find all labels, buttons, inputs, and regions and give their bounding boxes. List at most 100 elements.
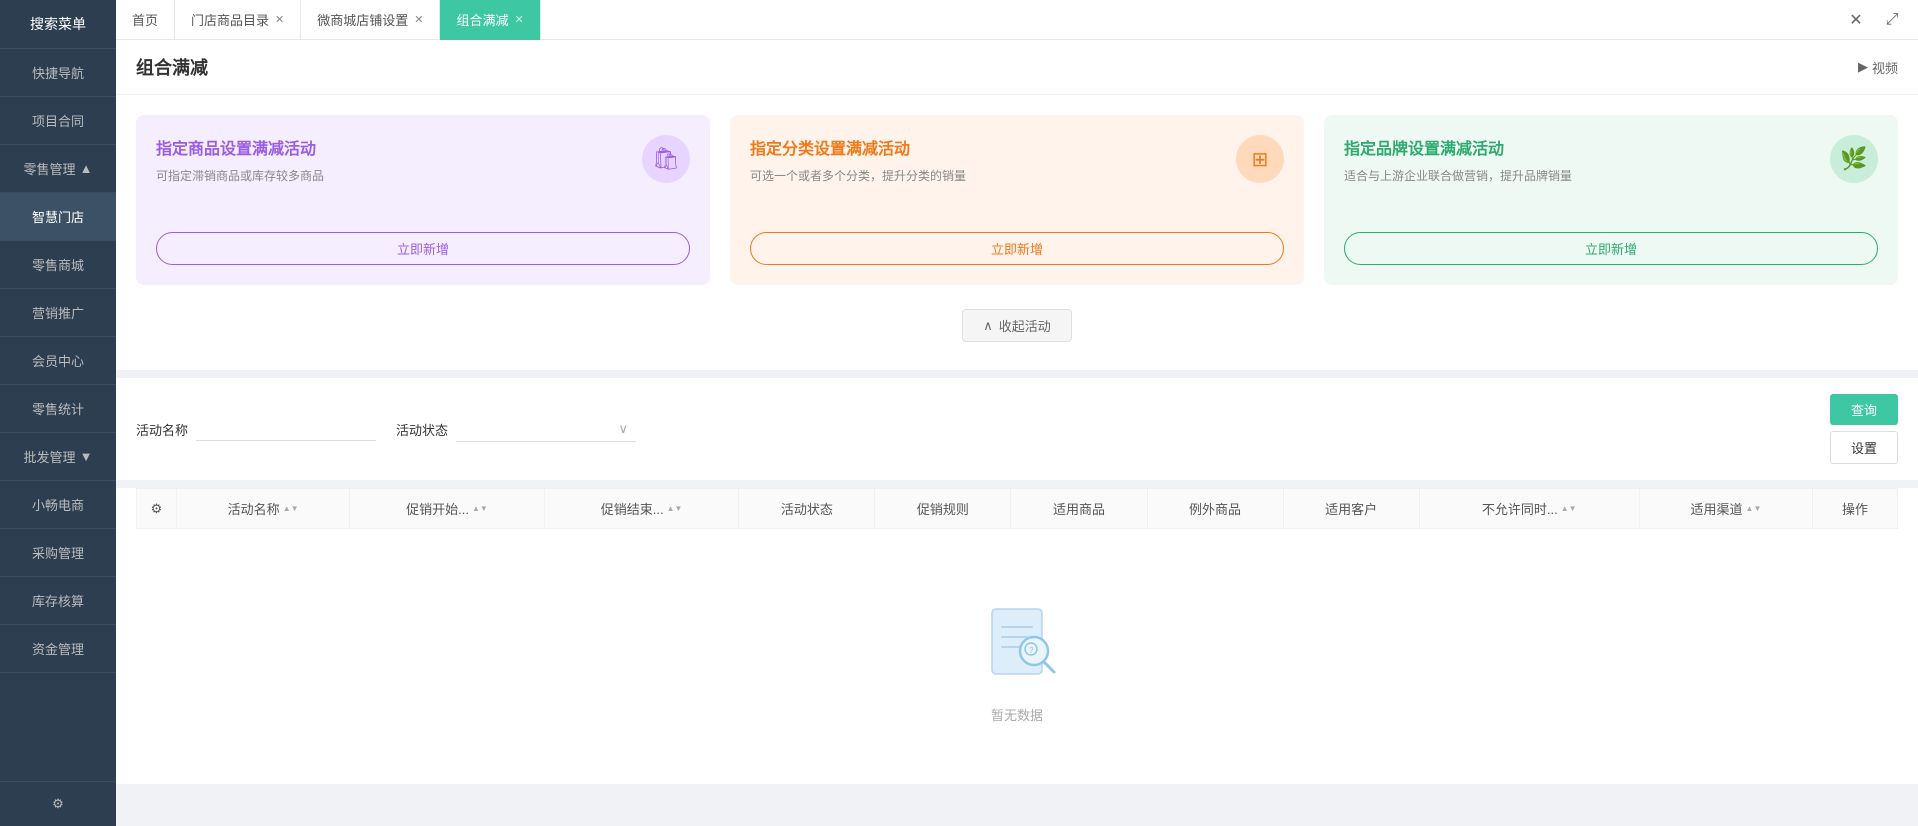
empty-illustration: ?	[967, 589, 1067, 689]
sidebar-item-xiaochangecommerce[interactable]: 小畅电商	[0, 481, 116, 529]
sidebar: 搜索菜单 快捷导航 项目合同 零售管理 ▲ 智慧门店 零售商城 营销推广 会员中…	[0, 0, 116, 826]
category-card-add-btn[interactable]: 立即新增	[750, 232, 1284, 265]
activity-status-label: 活动状态	[396, 420, 448, 439]
th-promo-end[interactable]: 促销结束... ▲▼	[544, 489, 739, 529]
content-area: 组合满减 ▶ 视频 指定商品设置满减活动 可指定滞销商品或库存较多商品 🛍	[116, 40, 1918, 826]
empty-text: 暂无数据	[991, 705, 1043, 724]
sidebar-item-smart-store[interactable]: 智慧门店	[0, 193, 116, 241]
sidebar-item-wholesale-management[interactable]: 批发管理 ▼	[0, 433, 116, 481]
tab-store-catalog-close[interactable]: ✕	[275, 13, 284, 26]
product-card-title: 指定商品设置满减活动	[156, 135, 690, 159]
table-empty-row: ? 暂无数据	[137, 529, 1898, 785]
sidebar-item-purchase-management[interactable]: 采购管理	[0, 529, 116, 577]
activity-name-filter: 活动名称	[136, 417, 376, 441]
th-applicable-channels[interactable]: 适用渠道 ▲▼	[1639, 489, 1812, 529]
cards-row: 指定商品设置满减活动 可指定滞销商品或库存较多商品 🛍 立即新增 指定分类设置满…	[136, 115, 1898, 285]
activity-status-select[interactable]: ∨	[456, 417, 636, 442]
leaf-icon: 🌿	[1840, 146, 1867, 172]
tabbar: 首页 门店商品目录 ✕ 微商城店铺设置 ✕ 组合满减 ✕ ✕ ⤢	[116, 0, 1918, 40]
collapse-bar: ∧ 收起活动	[136, 301, 1898, 350]
th-promo-rule: 促销规则	[875, 489, 1011, 529]
sort-arrows-activity-name: ▲▼	[283, 504, 299, 513]
chevron-down-icon: ∨	[619, 421, 629, 437]
brand-promo-card: 指定品牌设置满减活动 适合与上游企业联合做营销，提升品牌销量 🌿 立即新增	[1324, 115, 1898, 285]
settings-btn[interactable]: 设置	[1830, 431, 1898, 464]
tab-combo-discount[interactable]: 组合满减 ✕	[440, 0, 540, 40]
activity-name-input[interactable]	[196, 417, 376, 441]
video-label: 视频	[1872, 58, 1898, 77]
close-window-btn[interactable]: ✕	[1842, 6, 1870, 34]
gear-icon: ⚙	[52, 796, 64, 811]
th-no-concurrent[interactable]: 不允许同时... ▲▼	[1419, 489, 1639, 529]
cards-section: 指定商品设置满减活动 可指定滞销商品或库存较多商品 🛍 立即新增 指定分类设置满…	[116, 95, 1918, 370]
sidebar-item-inventory-calc[interactable]: 库存核算	[0, 577, 116, 625]
sidebar-item-fund-management[interactable]: 资金管理	[0, 625, 116, 673]
bag-icon: 🛍	[652, 146, 680, 172]
sort-arrows-no-concurrent: ▲▼	[1561, 504, 1577, 513]
product-card-add-btn[interactable]: 立即新增	[156, 232, 690, 265]
play-icon: ▶	[1858, 59, 1868, 75]
tab-wechat-store-settings-close[interactable]: ✕	[414, 13, 423, 26]
sidebar-item-project-contract[interactable]: 项目合同	[0, 97, 116, 145]
sidebar-settings-btn[interactable]: ⚙	[0, 781, 116, 826]
close-icon: ✕	[1849, 10, 1862, 30]
chevron-up-icon: ∧	[983, 318, 993, 334]
main-area: 首页 门店商品目录 ✕ 微商城店铺设置 ✕ 组合满减 ✕ ✕ ⤢ 组合满减	[116, 0, 1918, 826]
table-body: ? 暂无数据	[137, 529, 1898, 785]
query-btn[interactable]: 查询	[1830, 394, 1898, 425]
collapse-label: 收起活动	[999, 316, 1051, 335]
sort-arrows-applicable-channels: ▲▼	[1746, 504, 1762, 513]
brand-card-title: 指定品牌设置满减活动	[1344, 135, 1878, 159]
sidebar-item-retail-management[interactable]: 零售管理 ▲	[0, 145, 116, 193]
arrow-down-icon: ▼	[80, 449, 93, 464]
tab-store-catalog-label: 门店商品目录	[191, 10, 269, 29]
table-section: ⚙ 活动名称 ▲▼ 促销开始... ▲▼	[116, 488, 1918, 784]
th-applicable-products: 适用商品	[1011, 489, 1147, 529]
video-btn[interactable]: ▶ 视频	[1858, 58, 1898, 77]
category-card-icon: ⊞	[1236, 135, 1284, 183]
sidebar-item-retail-mall[interactable]: 零售商城	[0, 241, 116, 289]
activity-status-filter: 活动状态 ∨	[396, 417, 636, 442]
th-settings[interactable]: ⚙	[137, 489, 177, 529]
category-promo-card: 指定分类设置满减活动 可选一个或者多个分类，提升分类的销量 ⊞ 立即新增	[730, 115, 1304, 285]
data-table: ⚙ 活动名称 ▲▼ 促销开始... ▲▼	[136, 488, 1898, 784]
brand-card-add-btn[interactable]: 立即新增	[1344, 232, 1878, 265]
brand-card-icon: 🌿	[1830, 135, 1878, 183]
th-operations: 操作	[1813, 489, 1898, 529]
expand-window-btn[interactable]: ⤢	[1878, 6, 1906, 34]
product-promo-card: 指定商品设置满减活动 可指定滞销商品或库存较多商品 🛍 立即新增	[136, 115, 710, 285]
tab-combo-discount-close[interactable]: ✕	[515, 13, 524, 26]
tab-home-label: 首页	[132, 10, 158, 29]
th-applicable-customers: 适用客户	[1283, 489, 1419, 529]
expand-icon: ⤢	[1886, 11, 1899, 29]
sidebar-item-retail-stats[interactable]: 零售统计	[0, 385, 116, 433]
collapse-activities-btn[interactable]: ∧ 收起活动	[962, 309, 1072, 342]
th-promo-start[interactable]: 促销开始... ▲▼	[350, 489, 545, 529]
tab-home[interactable]: 首页	[116, 0, 175, 40]
th-activity-name[interactable]: 活动名称 ▲▼	[177, 489, 350, 529]
tab-wechat-store-settings-label: 微商城店铺设置	[317, 10, 408, 29]
filter-actions: 查询 设置	[1830, 394, 1898, 464]
page-title: 组合满减	[136, 54, 208, 80]
page-header: 组合满减 ▶ 视频	[116, 40, 1918, 95]
filter-bar: 活动名称 活动状态 ∨ 查询 设置	[116, 378, 1918, 480]
category-card-title: 指定分类设置满减活动	[750, 135, 1284, 159]
sidebar-item-member-center[interactable]: 会员中心	[0, 337, 116, 385]
th-exception-products: 例外商品	[1147, 489, 1283, 529]
sidebar-search[interactable]: 搜索菜单	[0, 0, 116, 49]
arrow-icon: ▲	[80, 161, 93, 176]
sidebar-item-marketing[interactable]: 营销推广	[0, 289, 116, 337]
svg-text:?: ?	[1029, 646, 1034, 655]
category-card-desc: 可选一个或者多个分类，提升分类的销量	[750, 167, 1284, 184]
tab-wechat-store-settings[interactable]: 微商城店铺设置 ✕	[301, 0, 440, 40]
product-card-icon: 🛍	[642, 135, 690, 183]
brand-card-desc: 适合与上游企业联合做营销，提升品牌销量	[1344, 167, 1878, 184]
product-card-desc: 可指定滞销商品或库存较多商品	[156, 167, 690, 184]
tab-store-catalog[interactable]: 门店商品目录 ✕	[175, 0, 301, 40]
tab-combo-discount-label: 组合满减	[456, 10, 508, 29]
activity-name-label: 活动名称	[136, 420, 188, 439]
settings-icon: ⚙	[151, 501, 163, 516]
sidebar-item-quick-nav[interactable]: 快捷导航	[0, 49, 116, 97]
th-activity-status: 活动状态	[739, 489, 875, 529]
empty-state: ? 暂无数据	[137, 529, 1898, 784]
